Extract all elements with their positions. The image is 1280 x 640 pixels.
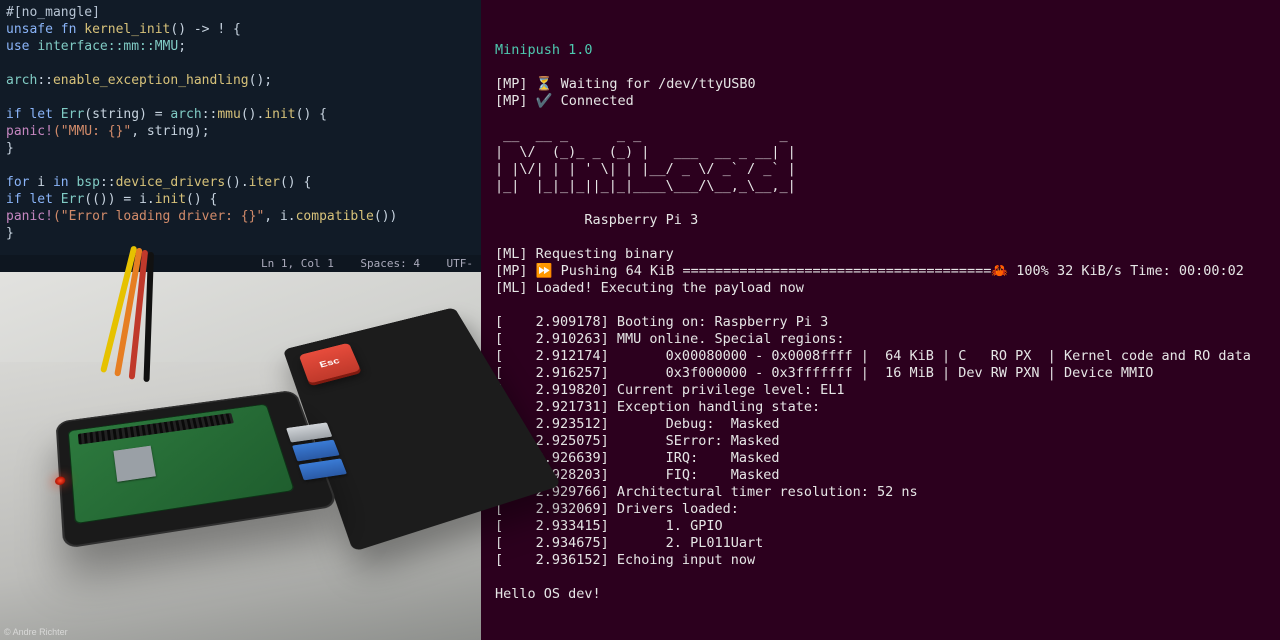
fastforward-icon: ⏩	[536, 263, 553, 279]
progress-tail: 100% 32 KiB/s Time: 00:00:02	[1008, 263, 1244, 279]
photo-watermark: © Andre Richter	[4, 627, 68, 637]
esc-key: Esc	[299, 343, 361, 384]
status-spaces: Spaces: 4	[360, 257, 420, 270]
code-editor[interactable]: #[no_mangle] unsafe fn kernel_init() -> …	[0, 0, 481, 272]
mp-tag: [MP]	[495, 263, 536, 279]
ml-loaded: [ML] Loaded! Executing the payload now	[495, 280, 804, 296]
hello-line: Hello OS dev!	[495, 586, 601, 602]
gpio-header	[78, 413, 234, 445]
check-icon: ✔️	[536, 93, 553, 109]
soc-chip	[113, 446, 155, 482]
ml-request: [ML] Requesting binary	[495, 246, 674, 262]
boot-log: [ 2.909178] Booting on: Raspberry Pi 3 […	[495, 314, 1251, 568]
code-attr: #[no_mangle]	[6, 5, 100, 20]
mp-tag: [MP]	[495, 76, 536, 92]
ascii-logo-line: | |\/| | | ' \| | |__/ _ \/ _` / _` |	[495, 161, 796, 177]
raspberry-pi-board	[68, 404, 295, 524]
ascii-logo-line: __ __ _ _ _ _	[495, 127, 796, 143]
ascii-logo-line: | \/ (_)_ _ (_) | ___ __ _ __| |	[495, 144, 796, 160]
terminal[interactable]: Minipush 1.0 [MP] ⏳ Waiting for /dev/tty…	[481, 0, 1280, 640]
hourglass-icon: ⏳	[536, 76, 553, 92]
panic-macro-2: panic!	[6, 209, 53, 224]
fn-name: kernel_init	[84, 22, 170, 37]
wait-text: Waiting for /dev/ttyUSB0	[552, 76, 755, 92]
left-panel: #[no_mangle] unsafe fn kernel_init() -> …	[0, 0, 481, 640]
progress-bar: ======================================	[683, 263, 992, 279]
crab-icon: 🦀	[991, 263, 1008, 279]
serial-cables	[130, 252, 250, 352]
mp-tag: [MP]	[495, 93, 536, 109]
connected-text: Connected	[552, 93, 633, 109]
hardware-photo: Esc © Andre Richter	[0, 272, 481, 640]
panic-macro-1: panic!	[6, 124, 53, 139]
ascii-logo-line: |_| |_|_|_||_|_|____\___/\__,_\__,_|	[495, 178, 796, 194]
board-subtitle: Raspberry Pi 3	[495, 212, 698, 228]
status-enc: UTF-	[447, 257, 474, 270]
push-label: Pushing 64 KiB	[552, 263, 682, 279]
status-ln: Ln 1, Col 1	[261, 257, 334, 270]
minipush-title: Minipush 1.0	[495, 42, 593, 58]
power-led	[55, 476, 66, 486]
